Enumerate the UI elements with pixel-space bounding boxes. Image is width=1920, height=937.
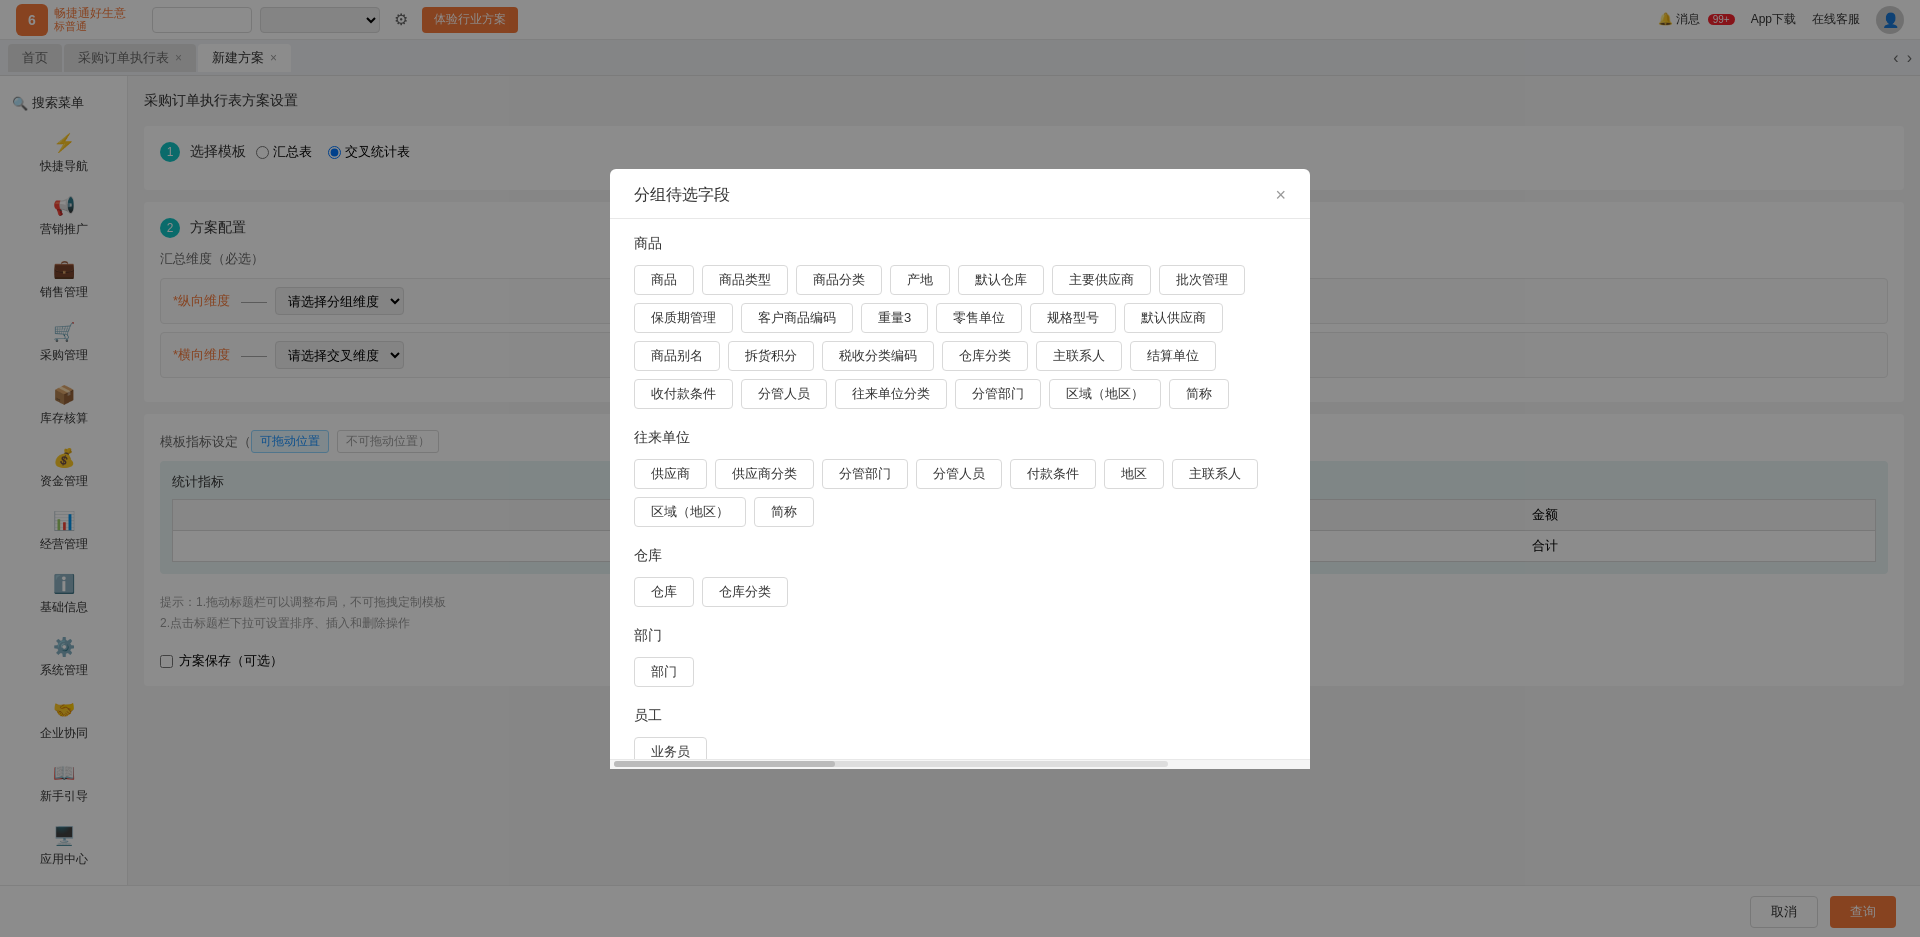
partner-fields: 供应商 供应商分类 分管部门 分管人员 付款条件 地区 主联系人 区域（地区） …	[634, 459, 1286, 527]
dept-fields: 部门	[634, 657, 1286, 687]
field-group-warehouse-title: 仓库	[634, 547, 1286, 565]
field-tag[interactable]: 零售单位	[936, 303, 1022, 333]
field-select-modal: 分组待选字段 × 商品 商品 商品类型 商品分类 产地 默认仓库 主要供应商 批…	[610, 169, 1310, 769]
field-group-partner: 往来单位 供应商 供应商分类 分管部门 分管人员 付款条件 地区 主联系人 区域…	[634, 429, 1286, 527]
employee-fields: 业务员	[634, 737, 1286, 760]
field-tag[interactable]: 简称	[1169, 379, 1229, 409]
modal-close-button[interactable]: ×	[1275, 185, 1286, 206]
field-tag[interactable]: 收付款条件	[634, 379, 733, 409]
field-group-employee-title: 员工	[634, 707, 1286, 725]
field-tag[interactable]: 税收分类编码	[822, 341, 934, 371]
field-group-partner-title: 往来单位	[634, 429, 1286, 447]
field-tag[interactable]: 主联系人	[1172, 459, 1258, 489]
field-group-warehouse: 仓库 仓库 仓库分类	[634, 547, 1286, 607]
field-tag[interactable]: 付款条件	[1010, 459, 1096, 489]
modal-title: 分组待选字段	[634, 185, 730, 206]
field-group-product: 商品 商品 商品类型 商品分类 产地 默认仓库 主要供应商 批次管理 保质期管理…	[634, 235, 1286, 409]
field-group-dept-title: 部门	[634, 627, 1286, 645]
field-tag[interactable]: 供应商分类	[715, 459, 814, 489]
field-tag[interactable]: 往来单位分类	[835, 379, 947, 409]
field-tag[interactable]: 批次管理	[1159, 265, 1245, 295]
field-tag[interactable]: 地区	[1104, 459, 1164, 489]
field-tag[interactable]: 产地	[890, 265, 950, 295]
field-tag[interactable]: 仓库分类	[942, 341, 1028, 371]
field-tag[interactable]: 供应商	[634, 459, 707, 489]
field-tag[interactable]: 区域（地区）	[1049, 379, 1161, 409]
modal-body: 商品 商品 商品类型 商品分类 产地 默认仓库 主要供应商 批次管理 保质期管理…	[610, 219, 1310, 760]
field-tag[interactable]: 主联系人	[1036, 341, 1122, 371]
field-tag[interactable]: 客户商品编码	[741, 303, 853, 333]
field-tag[interactable]: 简称	[754, 497, 814, 527]
product-fields: 商品 商品类型 商品分类 产地 默认仓库 主要供应商 批次管理 保质期管理 客户…	[634, 265, 1286, 409]
field-tag[interactable]: 拆货积分	[728, 341, 814, 371]
modal-overlay: 分组待选字段 × 商品 商品 商品类型 商品分类 产地 默认仓库 主要供应商 批…	[0, 0, 1920, 937]
field-tag[interactable]: 主要供应商	[1052, 265, 1151, 295]
field-group-product-title: 商品	[634, 235, 1286, 253]
field-tag[interactable]: 商品	[634, 265, 694, 295]
field-tag[interactable]: 分管部门	[955, 379, 1041, 409]
field-tag[interactable]: 部门	[634, 657, 694, 687]
field-tag[interactable]: 仓库	[634, 577, 694, 607]
field-tag[interactable]: 商品类型	[702, 265, 788, 295]
field-tag[interactable]: 重量3	[861, 303, 928, 333]
modal-header: 分组待选字段 ×	[610, 169, 1310, 219]
field-group-employee: 员工 业务员	[634, 707, 1286, 760]
field-tag[interactable]: 保质期管理	[634, 303, 733, 333]
field-tag[interactable]: 结算单位	[1130, 341, 1216, 371]
field-tag[interactable]: 业务员	[634, 737, 707, 760]
field-tag[interactable]: 仓库分类	[702, 577, 788, 607]
field-tag[interactable]: 分管部门	[822, 459, 908, 489]
field-tag[interactable]: 商品分类	[796, 265, 882, 295]
modal-horizontal-scrollbar[interactable]	[610, 759, 1310, 768]
field-group-dept: 部门 部门	[634, 627, 1286, 687]
warehouse-fields: 仓库 仓库分类	[634, 577, 1286, 607]
field-tag[interactable]: 默认供应商	[1124, 303, 1223, 333]
field-tag[interactable]: 默认仓库	[958, 265, 1044, 295]
field-tag[interactable]: 商品别名	[634, 341, 720, 371]
field-tag[interactable]: 分管人员	[916, 459, 1002, 489]
field-tag[interactable]: 区域（地区）	[634, 497, 746, 527]
field-tag[interactable]: 规格型号	[1030, 303, 1116, 333]
field-tag[interactable]: 分管人员	[741, 379, 827, 409]
